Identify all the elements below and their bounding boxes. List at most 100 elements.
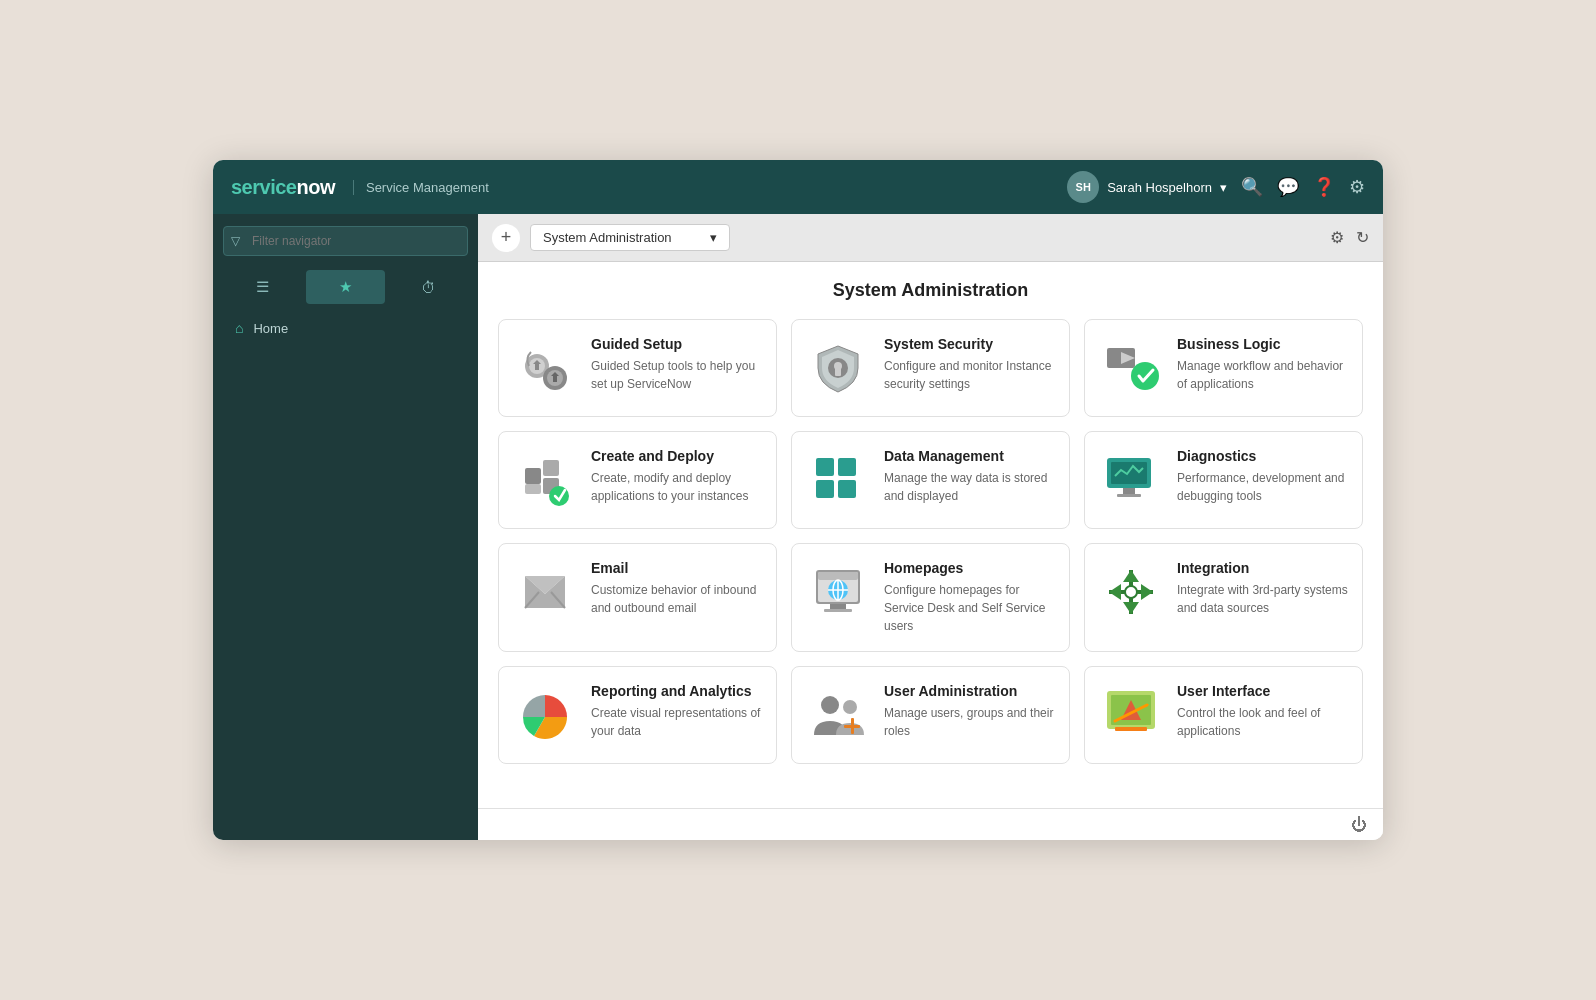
dashboard: System Administration [478, 262, 1383, 808]
card-diagnostics[interactable]: Diagnostics Performance, development and… [1084, 431, 1363, 529]
svg-point-39 [1125, 586, 1137, 598]
email-desc: Customize behavior of inbound and outbou… [591, 581, 762, 617]
user-badge[interactable]: SH Sarah Hospelhorn ▾ [1067, 171, 1227, 203]
svg-rect-21 [1123, 488, 1135, 494]
svg-rect-44 [851, 718, 854, 734]
svg-point-41 [821, 696, 839, 714]
svg-rect-26 [818, 572, 858, 580]
dashboard-title: System Administration [498, 280, 1363, 301]
cards-grid: Guided Setup Guided Setup tools to help … [498, 319, 1363, 764]
svg-point-42 [843, 700, 857, 714]
data-management-title: Data Management [884, 448, 1055, 464]
top-bar-right: SH Sarah Hospelhorn ▾ 🔍 💬 ❓ ⚙ [1067, 171, 1365, 203]
sidebar: ▽ ☰ ★ ⏱ ⌂ Home [213, 214, 478, 840]
svg-rect-22 [1117, 494, 1141, 497]
svg-marker-38 [1141, 584, 1153, 600]
chat-icon[interactable]: 💬 [1277, 176, 1299, 198]
avatar: SH [1067, 171, 1099, 203]
logo-service: service [231, 176, 296, 198]
svg-rect-18 [838, 480, 856, 498]
tab-history[interactable]: ⏱ [389, 270, 468, 304]
user-interface-desc: Control the look and feel of application… [1177, 704, 1348, 740]
sidebar-item-label-home: Home [253, 321, 288, 336]
diagnostics-desc: Performance, development and debugging t… [1177, 469, 1348, 505]
user-interface-title: User Interface [1177, 683, 1348, 699]
user-dropdown-icon: ▾ [1220, 180, 1227, 195]
svg-rect-10 [525, 468, 541, 484]
svg-rect-32 [824, 609, 852, 612]
browser-window: servicenow Service Management SH Sarah H… [213, 160, 1383, 840]
header-refresh-icon[interactable]: ↻ [1356, 228, 1369, 247]
guided-setup-title: Guided Setup [591, 336, 762, 352]
card-reporting[interactable]: Reporting and Analytics Create visual re… [498, 666, 777, 764]
email-title: Email [591, 560, 762, 576]
sidebar-tabs: ☰ ★ ⏱ [213, 264, 478, 310]
tab-title: System Administration [543, 230, 672, 245]
business-logic-desc: Manage workflow and behavior of applicat… [1177, 357, 1348, 393]
header-settings-icon[interactable]: ⚙ [1330, 228, 1344, 247]
logo: servicenow [231, 176, 335, 199]
card-homepages[interactable]: Homepages Configure homepages for Servic… [791, 543, 1070, 652]
tab-favorites[interactable]: ★ [306, 270, 385, 304]
business-logic-title: Business Logic [1177, 336, 1348, 352]
search-icon[interactable]: 🔍 [1241, 176, 1263, 198]
business-logic-icon [1099, 336, 1163, 400]
reporting-icon [513, 683, 577, 747]
card-business-logic[interactable]: Business Logic Manage workflow and behav… [1084, 319, 1363, 417]
card-integration[interactable]: Integration Integrate with 3rd-party sys… [1084, 543, 1363, 652]
content-header: + System Administration ▾ ⚙ ↻ [478, 214, 1383, 262]
card-user-interface[interactable]: User Interface Control the look and feel… [1084, 666, 1363, 764]
tab-list[interactable]: ☰ [223, 270, 302, 304]
svg-marker-37 [1109, 584, 1121, 600]
guided-setup-desc: Guided Setup tools to help you set up Se… [591, 357, 762, 393]
svg-point-9 [1131, 362, 1159, 390]
diagnostics-title: Diagnostics [1177, 448, 1348, 464]
create-deploy-icon [513, 448, 577, 512]
card-user-admin[interactable]: User Administration Manage users, groups… [791, 666, 1070, 764]
svg-rect-31 [830, 604, 846, 609]
system-security-icon [806, 336, 870, 400]
sidebar-item-home[interactable]: ⌂ Home [219, 312, 472, 344]
top-bar: servicenow Service Management SH Sarah H… [213, 160, 1383, 214]
card-system-security[interactable]: System Security Configure and monitor In… [791, 319, 1070, 417]
help-icon[interactable]: ❓ [1313, 176, 1335, 198]
reporting-desc: Create visual representations of your da… [591, 704, 762, 740]
svg-rect-47 [1115, 727, 1147, 731]
card-email[interactable]: Email Customize behavior of inbound and … [498, 543, 777, 652]
system-security-title: System Security [884, 336, 1055, 352]
create-deploy-title: Create and Deploy [591, 448, 762, 464]
homepages-icon [806, 560, 870, 624]
diagnostics-icon [1099, 448, 1163, 512]
tab-dropdown[interactable]: System Administration ▾ [530, 224, 730, 251]
home-icon: ⌂ [235, 320, 243, 336]
guided-setup-icon [513, 336, 577, 400]
search-input[interactable] [223, 226, 468, 256]
svg-rect-17 [816, 480, 834, 498]
user-name: Sarah Hospelhorn [1107, 180, 1212, 195]
integration-title: Integration [1177, 560, 1348, 576]
card-guided-setup[interactable]: Guided Setup Guided Setup tools to help … [498, 319, 777, 417]
svg-point-14 [549, 486, 569, 506]
filter-icon: ▽ [231, 234, 240, 248]
service-label: Service Management [353, 180, 489, 195]
svg-marker-36 [1123, 602, 1139, 614]
homepages-desc: Configure homepages for Service Desk and… [884, 581, 1055, 635]
system-security-desc: Configure and monitor Instance security … [884, 357, 1055, 393]
tab-dropdown-icon: ▾ [710, 230, 717, 245]
add-tab-button[interactable]: + [492, 224, 520, 252]
svg-marker-35 [1123, 570, 1139, 582]
integration-icon [1099, 560, 1163, 624]
content-area: + System Administration ▾ ⚙ ↻ System Adm… [478, 214, 1383, 840]
main-layout: ▽ ☰ ★ ⏱ ⌂ Home + System Administration [213, 214, 1383, 840]
svg-rect-11 [543, 460, 559, 476]
user-admin-title: User Administration [884, 683, 1055, 699]
power-icon[interactable]: ⏻ [1351, 816, 1367, 834]
settings-icon[interactable]: ⚙ [1349, 176, 1365, 198]
svg-rect-13 [525, 484, 541, 494]
header-right-icons: ⚙ ↻ [1330, 228, 1369, 247]
reporting-title: Reporting and Analytics [591, 683, 762, 699]
card-create-deploy[interactable]: Create and Deploy Create, modify and dep… [498, 431, 777, 529]
homepages-title: Homepages [884, 560, 1055, 576]
create-deploy-desc: Create, modify and deploy applications t… [591, 469, 762, 505]
card-data-management[interactable]: Data Management Manage the way data is s… [791, 431, 1070, 529]
